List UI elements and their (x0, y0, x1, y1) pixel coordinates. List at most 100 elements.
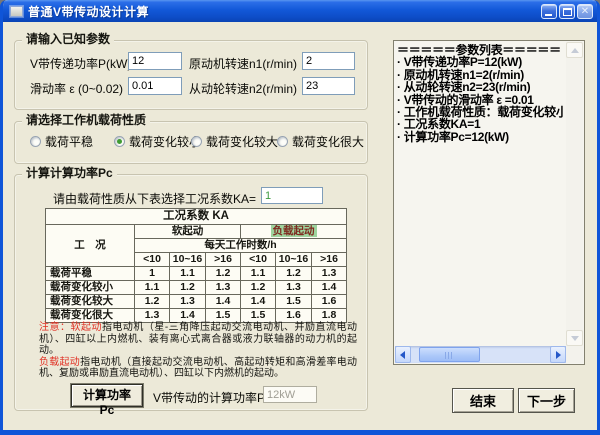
vertical-scrollbar (566, 42, 583, 346)
motor-speed-input[interactable] (302, 52, 355, 70)
radio-load-very-large-variation[interactable]: 载荷变化很大 (277, 135, 365, 149)
maximize-icon (563, 7, 572, 16)
known-params-caption: 请输入已知参数 (22, 33, 115, 46)
radio-label: 载荷变化较大 (206, 135, 279, 149)
ka-cell: 1.2 (169, 280, 206, 295)
radio-icon (114, 136, 125, 147)
chevron-left-icon (400, 351, 405, 359)
ka-cell: 1.5 (205, 308, 241, 323)
radio-icon (191, 136, 202, 147)
ka-cell: 1.4 (240, 294, 276, 309)
app-window: 普通V带传动设计计算 ✕ 请输入已知参数 V带传递功率P(kW) 原动机转速n1… (0, 0, 600, 435)
hour-col: 10~16 (275, 252, 312, 267)
power-input[interactable] (128, 52, 182, 70)
ka-cell: 1.3 (134, 308, 170, 323)
table-row: 载荷变化很大 1.3 1.4 1.5 1.5 1.6 1.8 (45, 308, 348, 323)
driven-speed-label: 从动轮转速n2(r/min) (189, 82, 298, 96)
table-row: 载荷变化较小 1.1 1.2 1.3 1.2 1.3 1.4 (45, 280, 348, 295)
parameter-list[interactable]: ＝＝＝＝＝参数列表＝＝＝＝＝ · V带传递功率P=12(kW) · 原动机转速n… (393, 40, 585, 365)
horizontal-scrollbar[interactable] (395, 346, 566, 363)
row-label: 载荷变化很大 (45, 308, 135, 323)
ka-cell: 1.6 (275, 308, 312, 323)
ka-cell: 1.2 (240, 280, 276, 295)
ka-cell: 1.1 (134, 280, 170, 295)
ka-input[interactable] (261, 187, 323, 204)
row-label: 载荷变化较大 (45, 294, 135, 309)
list-item: · V带传递功率P=12(kW) (397, 55, 522, 70)
ka-cell: 1.8 (310, 308, 348, 323)
scroll-right-button[interactable] (550, 346, 566, 363)
ka-cell: 1.4 (310, 280, 348, 295)
power-label: V带传递功率P(kW) (30, 57, 132, 71)
slip-rate-input[interactable] (128, 77, 182, 95)
note-attention: 注意： (39, 322, 71, 333)
pc-calc-caption: 计算计算功率Pc (22, 167, 117, 180)
condition-header: 工 况 (45, 224, 135, 267)
note-load-desc: 指电动机（直接起动交流电动机、高起动转矩和高滑差率电动机、复励或串励直流电动机）… (39, 356, 358, 380)
window-title: 普通V带传动设计计算 (28, 4, 150, 19)
chevron-up-icon (571, 48, 579, 53)
row-label: 载荷平稳 (45, 266, 135, 281)
ka-cell: 1.4 (169, 308, 206, 323)
ka-cell: 1.2 (275, 266, 312, 281)
scroll-up-button (566, 42, 583, 58)
calc-power-button[interactable]: 计算功率Pc (71, 384, 143, 417)
end-button[interactable]: 结束 (452, 388, 514, 413)
load-start-highlight: 负载起动 (270, 225, 317, 237)
table-row: 载荷平稳 1 1.1 1.2 1.1 1.2 1.3 (45, 266, 348, 281)
app-icon (10, 5, 23, 17)
client-area: 请输入已知参数 V带传递功率P(kW) 原动机转速n1(r/min) 滑动率 ε… (3, 22, 597, 430)
load-nature-caption: 请选择工作机载荷性质 (22, 114, 151, 127)
maximize-button[interactable] (559, 3, 575, 19)
hour-col: >16 (310, 252, 348, 267)
table-row: 载荷变化较大 1.2 1.3 1.4 1.4 1.5 1.6 (45, 294, 348, 309)
ka-cell: 1 (134, 266, 170, 281)
list-item: · 工况系数KA=1 (397, 117, 481, 132)
radio-icon (30, 136, 41, 147)
title-bar[interactable]: 普通V带传动设计计算 ✕ (3, 0, 597, 22)
ka-cell: 1.4 (205, 294, 241, 309)
close-button[interactable]: ✕ (577, 3, 593, 19)
slip-rate-label: 滑动率 ε (0~0.02) (30, 82, 124, 96)
radio-load-large-variation[interactable]: 载荷变化较大 (191, 135, 279, 149)
list-item: · 从动轮转速n2=23(r/min) (397, 80, 531, 95)
result-label: V带传动的计算功率Pc= (153, 391, 279, 405)
chevron-right-icon (556, 351, 561, 359)
scroll-left-button[interactable] (395, 346, 411, 363)
ka-cell: 1.3 (310, 266, 348, 281)
chevron-down-icon (571, 336, 579, 341)
hscroll-thumb[interactable] (419, 347, 481, 362)
radio-load-small-variation[interactable]: 载荷变化较小 (114, 135, 201, 149)
radio-icon (277, 136, 288, 147)
ka-cell: 1.3 (275, 280, 312, 295)
load-start-header: 负载起动 (239, 224, 348, 239)
scroll-down-button (566, 330, 583, 346)
motor-speed-label: 原动机转速n1(r/min) (189, 57, 298, 71)
ka-cell: 1.5 (240, 308, 276, 323)
thumb-grip-icon (444, 352, 454, 359)
hour-col: <10 (134, 252, 170, 267)
hours-header: 每天工作时数/h (133, 238, 348, 253)
list-item: · 计算功率Pc=12(kW) (397, 129, 509, 144)
ka-prompt-label: 请由载荷性质从下表选择工况系数KA= (53, 192, 257, 206)
ka-cell: 1.2 (134, 294, 170, 309)
radio-load-steady[interactable]: 载荷平稳 (30, 135, 93, 149)
hscroll-track[interactable] (411, 346, 550, 363)
hour-col: >16 (205, 252, 241, 267)
ka-table: 工况系数 KA 工 况 软起动 负载起动 每天工作时数/h <10 10~16 … (44, 208, 348, 323)
note-load-term: 负载起动 (39, 356, 81, 368)
parameter-list-text: ＝＝＝＝＝参数列表＝＝＝＝＝ · V带传递功率P=12(kW) · 原动机转速n… (397, 44, 564, 344)
ka-cell: 1.5 (275, 294, 312, 309)
ka-cell: 1.3 (205, 280, 241, 295)
scrollbar-corner (566, 346, 583, 363)
next-button[interactable]: 下一步 (518, 388, 575, 413)
minimize-icon (545, 13, 552, 16)
hour-col: 10~16 (169, 252, 206, 267)
ka-cell: 1.2 (205, 266, 241, 281)
radio-label: 载荷变化很大 (292, 135, 365, 149)
ka-table-note: 注意：软起动指电动机（星-三角降压起动交流电动机、并励直流电动机）、四缸以上内燃… (39, 322, 357, 380)
driven-speed-input[interactable] (302, 77, 355, 95)
minimize-button[interactable] (541, 3, 557, 19)
soft-start-header: 软起动 (134, 224, 241, 239)
note-soft-term: 软起动 (70, 322, 102, 333)
